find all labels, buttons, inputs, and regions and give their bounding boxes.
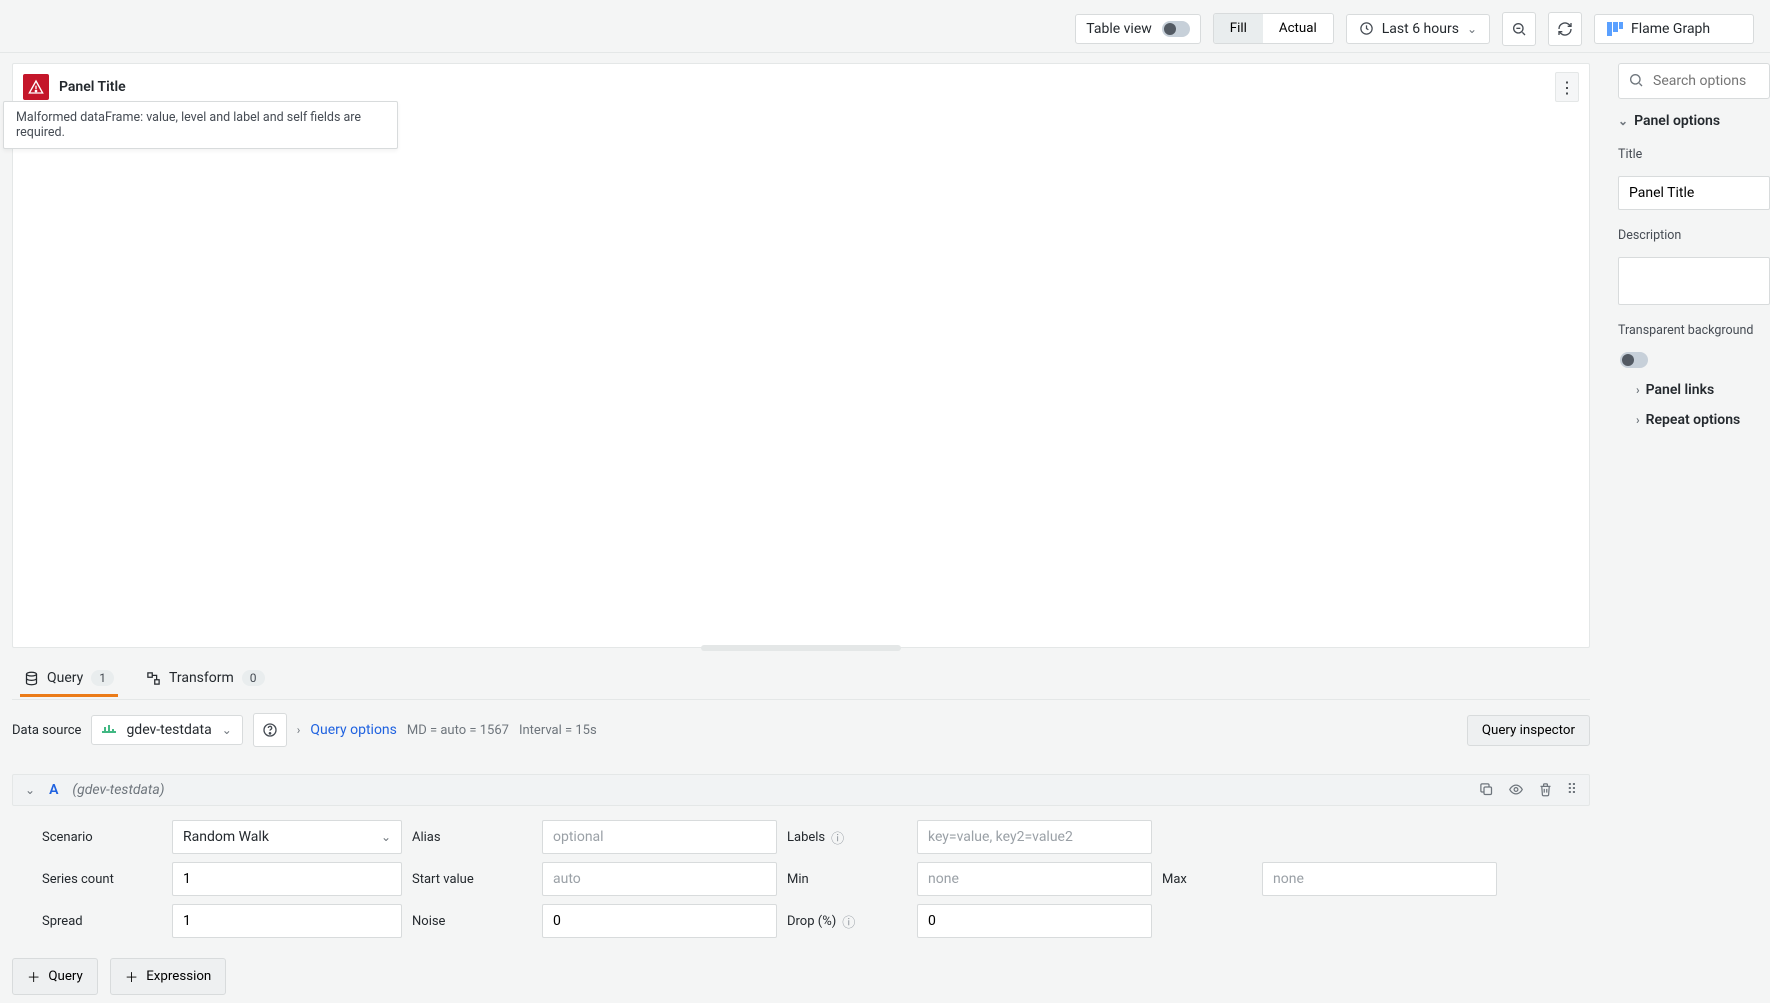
series-count-label: Series count bbox=[42, 872, 162, 887]
alias-input[interactable] bbox=[542, 820, 777, 854]
fill-button[interactable]: Fill bbox=[1214, 14, 1263, 43]
datasource-label: Data source bbox=[12, 723, 81, 738]
panel-title: Panel Title bbox=[59, 79, 126, 95]
chevron-right-icon: › bbox=[1636, 383, 1640, 397]
switch-icon bbox=[1162, 21, 1190, 37]
delete-query-button[interactable] bbox=[1538, 782, 1553, 798]
database-icon bbox=[24, 671, 39, 686]
labels-label: Labels ⓘ bbox=[787, 828, 907, 847]
drop-label: Drop (%) ⓘ bbox=[787, 912, 907, 931]
table-view-toggle[interactable]: Table view bbox=[1075, 14, 1201, 44]
transparent-bg-label: Transparent background bbox=[1618, 323, 1770, 338]
search-icon bbox=[1628, 72, 1644, 88]
min-label: Min bbox=[787, 872, 907, 887]
refresh-button[interactable] bbox=[1548, 12, 1582, 46]
error-tooltip: Malformed dataFrame: value, level and la… bbox=[3, 101, 398, 149]
info-icon[interactable]: ⓘ bbox=[842, 912, 855, 931]
start-value-label: Start value bbox=[412, 872, 532, 887]
datasource-picker[interactable]: gdev-testdata ⌄ bbox=[91, 715, 242, 745]
repeat-options-section[interactable]: › Repeat options bbox=[1618, 412, 1770, 428]
tab-transform[interactable]: Transform 0 bbox=[142, 662, 269, 697]
visualization-picker[interactable]: Flame Graph bbox=[1594, 14, 1754, 44]
datasource-name: gdev-testdata bbox=[126, 722, 211, 738]
time-range-label: Last 6 hours bbox=[1382, 21, 1459, 37]
scenario-label: Scenario bbox=[42, 830, 162, 845]
panel-links-label: Panel links bbox=[1646, 382, 1715, 398]
interval-meta: Interval = 15s bbox=[519, 723, 597, 738]
add-expression-label: Expression bbox=[146, 969, 211, 984]
plus-icon: ＋ bbox=[125, 967, 138, 986]
drop-input[interactable] bbox=[917, 904, 1152, 938]
clock-icon bbox=[1359, 21, 1374, 36]
transparent-bg-toggle[interactable] bbox=[1620, 352, 1648, 368]
repeat-options-label: Repeat options bbox=[1646, 412, 1741, 428]
visualization-label: Flame Graph bbox=[1631, 21, 1710, 37]
chevron-down-icon: ⌄ bbox=[25, 783, 35, 797]
min-input[interactable] bbox=[917, 862, 1152, 896]
panel-options-label: Panel options bbox=[1634, 113, 1720, 129]
tab-query[interactable]: Query 1 bbox=[20, 662, 118, 697]
table-view-label: Table view bbox=[1086, 21, 1152, 37]
transform-icon bbox=[146, 671, 161, 686]
datasource-help-button[interactable] bbox=[253, 713, 287, 747]
plus-icon: ＋ bbox=[27, 967, 40, 986]
scenario-select[interactable]: Random Walk ⌄ bbox=[172, 820, 402, 854]
panel-links-section[interactable]: › Panel links bbox=[1618, 382, 1770, 398]
chevron-down-icon: ⌄ bbox=[1618, 114, 1628, 128]
scenario-value: Random Walk bbox=[183, 829, 269, 845]
alias-label: Alias bbox=[412, 830, 532, 845]
tab-query-label: Query bbox=[47, 670, 83, 686]
time-range-picker[interactable]: Last 6 hours ⌄ bbox=[1346, 14, 1490, 44]
panel-options-section[interactable]: ⌄ Panel options bbox=[1618, 113, 1770, 129]
datasource-row: Data source gdev-testdata ⌄ › Query opti… bbox=[12, 712, 1590, 748]
max-input[interactable] bbox=[1262, 862, 1497, 896]
tab-query-count: 1 bbox=[91, 670, 114, 686]
query-row-header[interactable]: ⌄ A (gdev-testdata) ⠿ bbox=[12, 774, 1590, 806]
zoom-out-button[interactable] bbox=[1502, 12, 1536, 46]
options-sidebar: ⌄ Panel options Title Description Transp… bbox=[1610, 63, 1770, 1003]
tab-transform-count: 0 bbox=[242, 670, 265, 686]
labels-input[interactable] bbox=[917, 820, 1152, 854]
spread-input[interactable] bbox=[172, 904, 402, 938]
panel-preview: Panel Title ⋮ Malformed dataFrame: value… bbox=[12, 63, 1590, 648]
noise-input[interactable] bbox=[542, 904, 777, 938]
actual-button[interactable]: Actual bbox=[1263, 14, 1333, 43]
md-meta: MD = auto = 1567 bbox=[407, 723, 509, 738]
vertical-resize-handle[interactable] bbox=[701, 645, 901, 651]
query-src-name: (gdev-testdata) bbox=[72, 782, 164, 798]
spread-label: Spread bbox=[42, 914, 162, 929]
flame-graph-icon bbox=[1607, 22, 1623, 36]
toggle-visibility-button[interactable] bbox=[1508, 782, 1524, 798]
fill-actual-segmented: Fill Actual bbox=[1213, 13, 1334, 44]
chevron-right-icon[interactable]: › bbox=[297, 723, 301, 737]
datasource-logo-icon bbox=[102, 725, 116, 735]
info-icon[interactable]: ⓘ bbox=[831, 828, 844, 847]
bottom-tabs: Query 1 Transform 0 bbox=[12, 660, 1590, 700]
query-ref-id: A bbox=[49, 782, 58, 798]
series-count-input[interactable] bbox=[172, 862, 402, 896]
add-expression-button[interactable]: ＋ Expression bbox=[110, 958, 226, 995]
description-label: Description bbox=[1618, 228, 1770, 243]
chevron-down-icon: ⌄ bbox=[1467, 22, 1477, 36]
description-input[interactable] bbox=[1618, 257, 1770, 305]
add-query-button[interactable]: ＋ Query bbox=[12, 958, 98, 995]
query-options-link[interactable]: Query options bbox=[310, 722, 397, 738]
panel-menu-button[interactable]: ⋮ bbox=[1555, 72, 1579, 102]
chevron-down-icon: ⌄ bbox=[381, 830, 391, 844]
query-form: Scenario Random Walk ⌄ Alias Labels ⓘ Se… bbox=[12, 812, 1590, 946]
tab-transform-label: Transform bbox=[169, 670, 234, 686]
chevron-down-icon: ⌄ bbox=[222, 723, 232, 737]
start-value-input[interactable] bbox=[542, 862, 777, 896]
noise-label: Noise bbox=[412, 914, 532, 929]
duplicate-query-button[interactable] bbox=[1479, 782, 1494, 798]
chevron-right-icon: › bbox=[1636, 413, 1640, 427]
drag-handle-icon[interactable]: ⠿ bbox=[1567, 782, 1577, 798]
title-input[interactable] bbox=[1618, 176, 1770, 210]
options-search bbox=[1618, 63, 1770, 99]
query-inspector-button[interactable]: Query inspector bbox=[1467, 715, 1590, 746]
max-label: Max bbox=[1162, 872, 1252, 887]
warning-icon bbox=[23, 74, 49, 100]
title-label: Title bbox=[1618, 147, 1770, 162]
add-query-label: Query bbox=[48, 969, 83, 984]
